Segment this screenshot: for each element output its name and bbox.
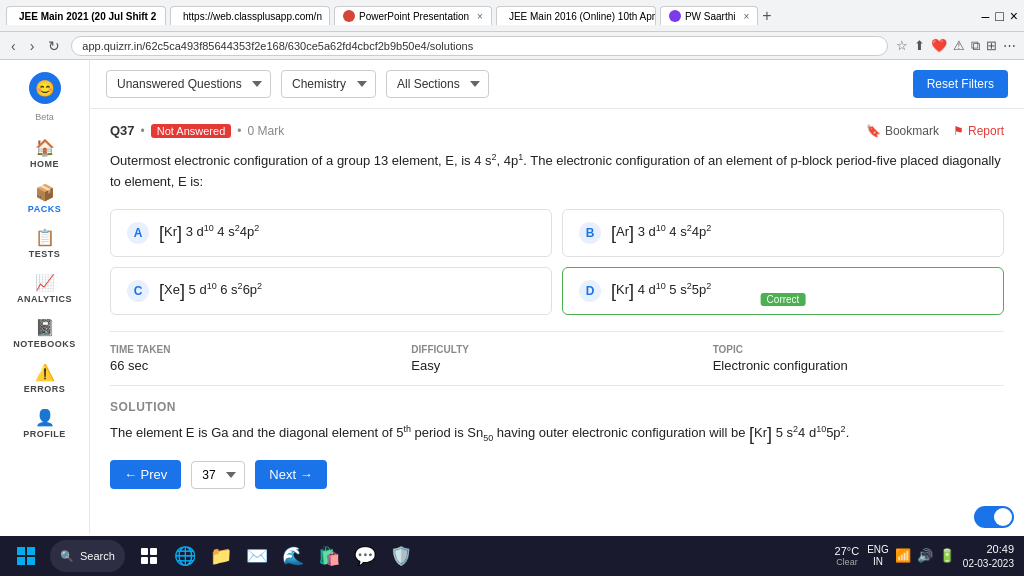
tab-1[interactable]: JEE Main 2021 (20 Jul Shift 2 × (6, 6, 166, 25)
option-d[interactable]: D [Kr] 4 d10 5 s25p2 Correct (562, 267, 1004, 315)
option-c[interactable]: C [Xe] 5 d10 6 s26p2 (110, 267, 552, 315)
sidebar-item-analytics[interactable]: 📈 ANALYTICS (5, 267, 85, 310)
beta-label: Beta (35, 112, 54, 122)
page-select[interactable]: 37 (191, 461, 245, 489)
info-section: TIME TAKEN 66 sec DIFFICULTY Easy TOPIC … (110, 331, 1004, 386)
question-meta: Q37 • Not Answered • 0 Mark 🔖 Bookmark ⚑… (110, 123, 1004, 138)
option-b-text: [Ar] 3 d10 4 s24p2 (611, 223, 711, 242)
content-area: Unanswered Questions Chemistry All Secti… (90, 60, 1024, 534)
home-icon: 🏠 (35, 138, 55, 157)
close-tab-5[interactable]: × (744, 11, 750, 22)
settings-icon[interactable]: ⋯ (1003, 38, 1016, 53)
sidebar-item-packs[interactable]: 📦 PACKS (5, 177, 85, 220)
app-container: 😊 Beta 🏠 HOME 📦 PACKS 📋 TESTS 📈 ANALYTIC… (0, 60, 1024, 534)
window-icon[interactable]: ⧉ (971, 38, 980, 54)
prev-button[interactable]: ← Prev (110, 460, 181, 489)
filter-subject[interactable]: Chemistry (281, 70, 376, 98)
tests-icon: 📋 (35, 228, 55, 247)
close-tab-1[interactable]: × (164, 11, 166, 22)
time-taken-label: TIME TAKEN (110, 344, 401, 355)
tab-4[interactable]: JEE Main 2016 (Online) 10th Apr × (496, 6, 656, 25)
option-c-text: [Xe] 5 d10 6 s26p2 (159, 281, 262, 300)
errors-icon: ⚠️ (35, 363, 55, 382)
solution-text: The element E is Ga and the diagonal ele… (110, 422, 1004, 446)
url-display[interactable]: app.quizrr.in/62c5ca493f85644353f2e168/6… (71, 36, 888, 56)
close-button[interactable]: × (1010, 8, 1018, 24)
options-grid: A [Kr] 3 d10 4 s24p2 B [Ar] 3 d10 4 s24p… (110, 209, 1004, 315)
share-icon[interactable]: ⬆ (914, 38, 925, 53)
maximize-button[interactable]: □ (995, 8, 1003, 24)
logo-icon: 😊 (29, 72, 61, 104)
notebooks-icon: 📓 (35, 318, 55, 337)
correct-badge: Correct (761, 293, 806, 306)
option-d-label: D (579, 280, 601, 302)
new-tab-button[interactable]: + (762, 7, 771, 25)
mark-label: 0 Mark (247, 124, 284, 138)
time-taken-block: TIME TAKEN 66 sec (110, 344, 401, 373)
option-b[interactable]: B [Ar] 3 d10 4 s24p2 (562, 209, 1004, 257)
sidebar-item-tests[interactable]: 📋 TESTS (5, 222, 85, 265)
topic-block: TOPIC Electronic configuration (713, 344, 1004, 373)
toggle-knob (994, 508, 1012, 526)
back-button[interactable]: ‹ (8, 38, 19, 54)
filter-bar: Unanswered Questions Chemistry All Secti… (90, 60, 1024, 109)
browser-tabs: JEE Main 2021 (20 Jul Shift 2 × https://… (0, 0, 1024, 32)
tab-2[interactable]: https://web.classplusapp.com/n × (170, 6, 330, 25)
difficulty-block: DIFFICULTY Easy (411, 344, 702, 373)
option-b-label: B (579, 222, 601, 244)
address-bar: ‹ › ↻ app.quizrr.in/62c5ca493f85644353f2… (0, 32, 1024, 60)
warning-icon: ⚠ (953, 38, 965, 53)
tab-3[interactable]: PowerPoint Presentation × (334, 6, 492, 25)
option-c-label: C (127, 280, 149, 302)
difficulty-label: DIFFICULTY (411, 344, 702, 355)
bookmark-button[interactable]: 🔖 Bookmark (866, 124, 939, 138)
sidebar: 😊 Beta 🏠 HOME 📦 PACKS 📋 TESTS 📈 ANALYTIC… (0, 60, 90, 534)
next-button[interactable]: Next → (255, 460, 326, 489)
solution-title: SOLUTION (110, 400, 1004, 414)
question-container: Q37 • Not Answered • 0 Mark 🔖 Bookmark ⚑… (90, 109, 1024, 503)
question-text: Outermost electronic configuration of a … (110, 150, 1004, 193)
report-icon: ⚑ (953, 124, 964, 138)
question-status: Q37 • Not Answered • 0 Mark (110, 123, 284, 138)
not-answered-badge: Not Answered (151, 124, 231, 138)
profile-icon: 👤 (35, 408, 55, 427)
split-icon[interactable]: ⊞ (986, 38, 997, 53)
option-a[interactable]: A [Kr] 3 d10 4 s24p2 (110, 209, 552, 257)
filter-unanswered[interactable]: Unanswered Questions (106, 70, 271, 98)
forward-button[interactable]: › (27, 38, 38, 54)
analytics-icon: 📈 (35, 273, 55, 292)
close-tab-3[interactable]: × (477, 11, 483, 22)
reset-filters-button[interactable]: Reset Filters (913, 70, 1008, 98)
solution-section: SOLUTION The element E is Ga and the dia… (110, 400, 1004, 446)
option-d-text: [Kr] 4 d10 5 s25p2 (611, 281, 711, 300)
question-number: Q37 (110, 123, 135, 138)
question-actions: 🔖 Bookmark ⚑ Report (866, 124, 1004, 138)
bookmark-icon: 🔖 (866, 124, 881, 138)
sidebar-item-errors[interactable]: ⚠️ ERRORS (5, 357, 85, 400)
difficulty-value: Easy (411, 358, 702, 373)
tab-5[interactable]: PW Saarthi × (660, 6, 758, 25)
sidebar-item-profile[interactable]: 👤 PROFILE (5, 402, 85, 445)
toggle-switch[interactable] (974, 506, 1014, 528)
logo: 😊 (27, 70, 63, 106)
packs-icon: 📦 (35, 183, 55, 202)
sidebar-item-notebooks[interactable]: 📓 NOTEBOOKS (5, 312, 85, 355)
filter-section[interactable]: All Sections (386, 70, 489, 98)
option-a-label: A (127, 222, 149, 244)
report-button[interactable]: ⚑ Report (953, 124, 1004, 138)
bookmark-star-icon[interactable]: ☆ (896, 38, 908, 53)
option-a-text: [Kr] 3 d10 4 s24p2 (159, 223, 259, 242)
topic-value: Electronic configuration (713, 358, 1004, 373)
time-taken-value: 66 sec (110, 358, 401, 373)
navigation-section: ← Prev 37 Next → (110, 460, 1004, 489)
topic-label: TOPIC (713, 344, 1004, 355)
minimize-button[interactable]: – (982, 8, 990, 24)
sidebar-item-home[interactable]: 🏠 HOME (5, 132, 85, 175)
extension-icon: ❤️ (931, 38, 947, 53)
reload-button[interactable]: ↻ (45, 38, 63, 54)
